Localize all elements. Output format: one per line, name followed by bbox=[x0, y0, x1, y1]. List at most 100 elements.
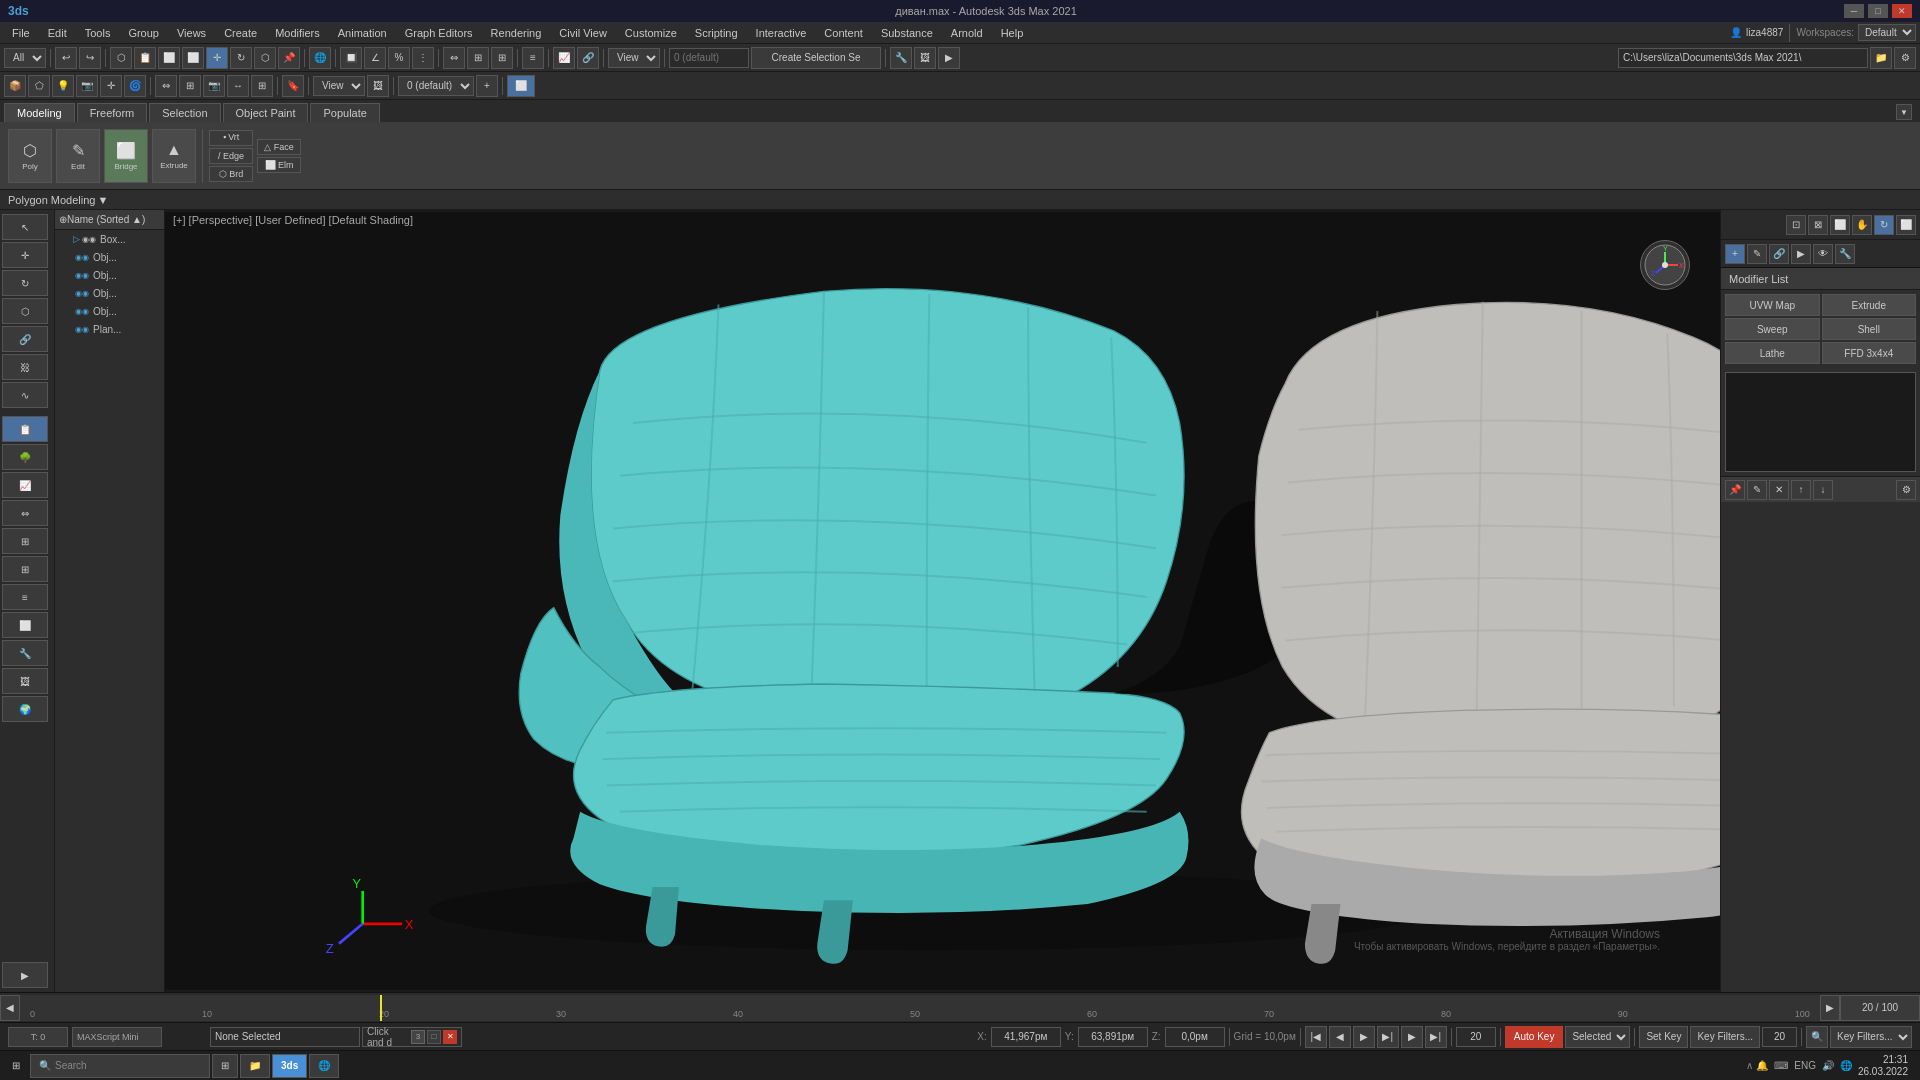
environment-btn[interactable]: 🌍 bbox=[2, 696, 48, 722]
border-btn[interactable]: ⬡ Brd bbox=[209, 166, 253, 182]
create-light-btn[interactable]: 💡 bbox=[52, 75, 74, 97]
active-viewport-btn[interactable]: ⬜ bbox=[507, 75, 535, 97]
polygon-modeling-arrow[interactable]: ▼ bbox=[97, 194, 108, 206]
array-btn[interactable]: ⊞ bbox=[179, 75, 201, 97]
menu-scripting[interactable]: Scripting bbox=[687, 25, 746, 41]
scene-item-plane[interactable]: ◉◉ Plan... bbox=[55, 320, 164, 338]
network-icon[interactable]: 🌐 bbox=[1840, 1060, 1852, 1071]
auto-key-btn[interactable]: Auto Key bbox=[1505, 1026, 1564, 1048]
array-left-btn[interactable]: ⊞ bbox=[2, 528, 48, 554]
reference-coord-btn[interactable]: 🌐 bbox=[309, 47, 331, 69]
timeline-prev-btn[interactable]: ◀ bbox=[0, 995, 20, 1021]
mod-highlight-btn[interactable]: ✎ bbox=[1747, 480, 1767, 500]
timeline-track[interactable]: 0 10 20 30 40 50 60 70 80 90 100 bbox=[20, 995, 1820, 1021]
zoom-extents-btn[interactable]: ⊡ bbox=[1786, 215, 1806, 235]
options-btn[interactable]: ⚙ bbox=[1894, 47, 1916, 69]
quick-render-btn[interactable]: ▶ bbox=[938, 47, 960, 69]
chrome-taskbar-btn[interactable]: 🌐 bbox=[309, 1054, 339, 1078]
zoom-all-btn[interactable]: ⊠ bbox=[1808, 215, 1828, 235]
filter-dropdown[interactable]: Key Filters... bbox=[1830, 1026, 1912, 1048]
x-coord-input[interactable] bbox=[991, 1027, 1061, 1047]
pan-btn[interactable]: ✋ bbox=[1852, 215, 1872, 235]
rotate-tool-btn[interactable]: ↻ bbox=[2, 270, 48, 296]
select-move-btn[interactable]: ✛ bbox=[206, 47, 228, 69]
scale-btn[interactable]: ⬡ bbox=[254, 47, 276, 69]
mod-configure-btn[interactable]: ⚙ bbox=[1896, 480, 1916, 500]
snapshot-btn[interactable]: 📷 bbox=[203, 75, 225, 97]
spacing-btn[interactable]: ↔ bbox=[227, 75, 249, 97]
cmd-motion-btn[interactable]: ▶ bbox=[1791, 244, 1811, 264]
cmd-hierarchy-btn[interactable]: 🔗 bbox=[1769, 244, 1789, 264]
view-align-btn[interactable]: ⊞ bbox=[491, 47, 513, 69]
path-input[interactable] bbox=[1618, 48, 1868, 68]
set-key-btn[interactable]: Set Key bbox=[1639, 1026, 1688, 1048]
scale-tool-btn[interactable]: ⬡ bbox=[2, 298, 48, 324]
maxscript-mini-btn[interactable]: MAXScript Mini bbox=[72, 1027, 162, 1047]
ribbon-tab-modeling[interactable]: Modeling bbox=[4, 103, 75, 122]
create-shape-btn[interactable]: ⬠ bbox=[28, 75, 50, 97]
menu-file[interactable]: File bbox=[4, 25, 38, 41]
align-left-btn[interactable]: ⊞ bbox=[2, 556, 48, 582]
scene-explorer-btn[interactable]: 🌳 bbox=[2, 444, 48, 470]
menu-interactive[interactable]: Interactive bbox=[748, 25, 815, 41]
browse-btn[interactable]: 📁 bbox=[1870, 47, 1892, 69]
z-coord-input[interactable] bbox=[1165, 1027, 1225, 1047]
selected-dropdown[interactable]: Selected bbox=[1565, 1026, 1630, 1048]
select-tool-btn[interactable]: ↖ bbox=[2, 214, 48, 240]
maximize-button[interactable]: □ bbox=[1868, 4, 1888, 18]
mod-ffd-btn[interactable]: FFD 3x4x4 bbox=[1822, 342, 1917, 364]
mod-lathe-btn[interactable]: Lathe bbox=[1725, 342, 1820, 364]
render-setup-btn[interactable]: 🔧 bbox=[890, 47, 912, 69]
menu-help[interactable]: Help bbox=[993, 25, 1032, 41]
menu-modifiers[interactable]: Modifiers bbox=[267, 25, 328, 41]
menu-animation[interactable]: Animation bbox=[330, 25, 395, 41]
menu-tools[interactable]: Tools bbox=[77, 25, 119, 41]
menu-rendering[interactable]: Rendering bbox=[483, 25, 550, 41]
mod-extrude-btn[interactable]: Extrude bbox=[1822, 294, 1917, 316]
material-editor-btn[interactable]: ⬜ bbox=[2, 612, 48, 638]
y-coord-input[interactable] bbox=[1078, 1027, 1148, 1047]
selection-set-dropdown[interactable]: All bbox=[4, 48, 46, 68]
ribbon-btn-polygon[interactable]: ⬡ Poly bbox=[8, 129, 52, 183]
cmd-display-btn[interactable]: 👁 bbox=[1813, 244, 1833, 264]
zoom-input[interactable] bbox=[1762, 1027, 1797, 1047]
layer-manager-btn[interactable]: ≡ bbox=[522, 47, 544, 69]
ribbon-tab-object-paint[interactable]: Object Paint bbox=[223, 103, 309, 122]
vertex-btn[interactable]: ⦁ Vrt bbox=[209, 130, 253, 146]
mod-shell-btn[interactable]: Shell bbox=[1822, 318, 1917, 340]
ribbon-tab-selection[interactable]: Selection bbox=[149, 103, 220, 122]
scene-item-box[interactable]: ▷ ◉◉ Box... bbox=[55, 230, 164, 248]
scene-item-obj4[interactable]: ◉◉ Obj... bbox=[55, 302, 164, 320]
ribbon-collapse-btn[interactable]: ▼ bbox=[1896, 104, 1912, 120]
render-frame-left-btn[interactable]: 🖼 bbox=[2, 668, 48, 694]
redo-button[interactable]: ↪ bbox=[79, 47, 101, 69]
schematic-view-btn[interactable]: 🔗 bbox=[577, 47, 599, 69]
taskbar-search-btn[interactable]: 🔍 Search bbox=[30, 1054, 210, 1078]
search-btn[interactable]: 🔍 bbox=[1806, 1026, 1828, 1048]
select-by-name-btn[interactable]: 📋 bbox=[134, 47, 156, 69]
viewport[interactable]: [+] [Perspective] [User Defined] [Defaul… bbox=[165, 210, 1720, 992]
zoom-region-btn[interactable]: ⬜ bbox=[1830, 215, 1850, 235]
menu-customize[interactable]: Customize bbox=[617, 25, 685, 41]
start-button[interactable]: ⊞ bbox=[4, 1054, 28, 1078]
scene-item-obj3[interactable]: ◉◉ Obj... bbox=[55, 284, 164, 302]
link-tool-btn[interactable]: 🔗 bbox=[2, 326, 48, 352]
menu-graph-editors[interactable]: Graph Editors bbox=[397, 25, 481, 41]
task-view-btn[interactable]: ⊞ bbox=[212, 1054, 238, 1078]
menu-edit[interactable]: Edit bbox=[40, 25, 75, 41]
create-space-btn[interactable]: 🌀 bbox=[124, 75, 146, 97]
orbit-btn[interactable]: ↻ bbox=[1874, 215, 1894, 235]
menu-content[interactable]: Content bbox=[816, 25, 871, 41]
align-btn[interactable]: ⊞ bbox=[467, 47, 489, 69]
minimize-button[interactable]: ─ bbox=[1844, 4, 1864, 18]
viewport-gizmo[interactable]: X Y Z bbox=[1640, 240, 1690, 290]
create-camera-btn[interactable]: 📷 bbox=[76, 75, 98, 97]
toggle-ui-btn[interactable]: ≡ bbox=[2, 584, 48, 610]
3dsmax-taskbar-btn[interactable]: 3ds bbox=[272, 1054, 307, 1078]
file-explorer-btn[interactable]: 📁 bbox=[240, 1054, 270, 1078]
cmd-modify-btn[interactable]: ✎ bbox=[1747, 244, 1767, 264]
spinner-snap-btn[interactable]: ⋮ bbox=[412, 47, 434, 69]
mod-uwv-map-btn[interactable]: UVW Map bbox=[1725, 294, 1820, 316]
place-btn[interactable]: 📌 bbox=[278, 47, 300, 69]
mod-delete-btn[interactable]: ✕ bbox=[1769, 480, 1789, 500]
